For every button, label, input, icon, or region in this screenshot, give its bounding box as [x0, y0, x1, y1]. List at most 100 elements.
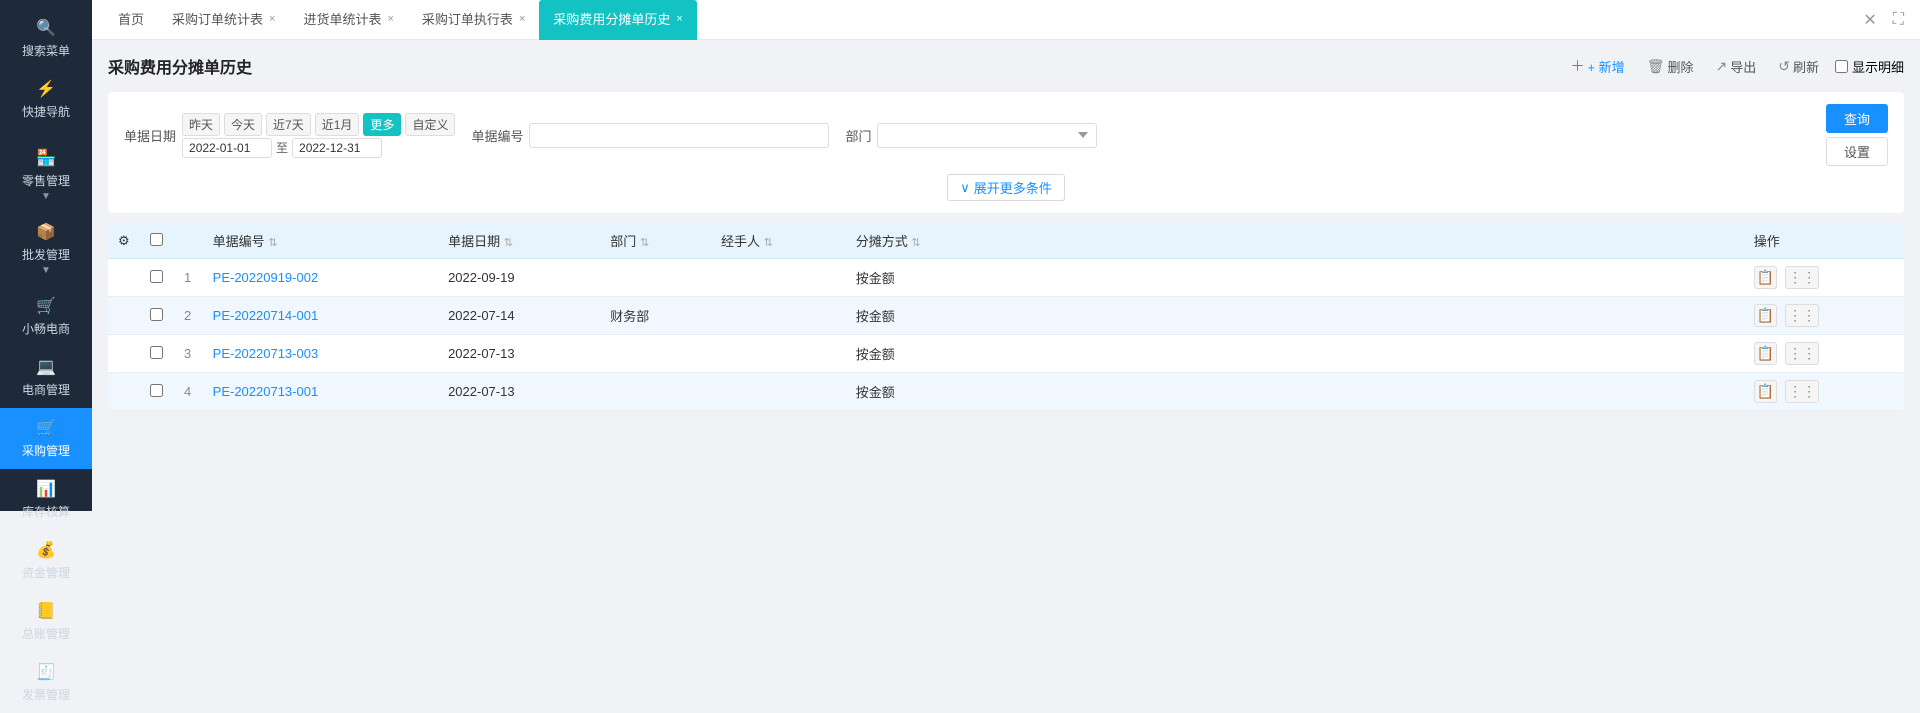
tab-actions: ✕ ⛶ — [1859, 8, 1908, 32]
col-dept: 部门 ⇅ — [600, 223, 711, 259]
sidebar-item-label: 零售管理 — [22, 172, 70, 189]
row-checkbox[interactable] — [150, 346, 163, 359]
row-action: 📋 ⋮⋮ — [1744, 373, 1904, 411]
row-checkbox[interactable] — [150, 308, 163, 321]
last1month-btn[interactable]: 近1月 — [315, 113, 360, 136]
search-button[interactable]: 查询 — [1826, 104, 1888, 133]
more-action-icon[interactable]: ⋮⋮ — [1785, 266, 1819, 289]
order-no-link[interactable]: PE-20220713-001 — [213, 384, 319, 399]
yesterday-btn[interactable]: 昨天 — [182, 113, 220, 136]
row-action: 📋 ⋮⋮ — [1744, 297, 1904, 335]
sidebar-item-ecom[interactable]: 💻 电商管理 — [0, 347, 92, 408]
wholesale-icon: 📦 — [36, 222, 56, 242]
order-no-link[interactable]: PE-20220714-001 — [213, 308, 319, 323]
more-action-icon[interactable]: ⋮⋮ — [1785, 380, 1819, 403]
edit-icon[interactable]: 📋 — [1754, 342, 1777, 365]
sort-icon[interactable]: ⇅ — [640, 237, 649, 249]
tab-home[interactable]: 首页 — [104, 0, 158, 40]
tab-purchase-order-stats[interactable]: 采购订单统计表 × — [158, 0, 289, 40]
sidebar-item-wholesale[interactable]: 📦 批发管理 ▼ — [0, 212, 92, 286]
refresh-button[interactable]: ↺ 刷新 — [1772, 53, 1825, 80]
table-row: 4 PE-20220713-001 2022-07-13 按金额 📋 ⋮⋮ — [108, 373, 1904, 411]
edit-icon[interactable]: 📋 — [1754, 380, 1777, 403]
order-no-label: 单据编号 — [471, 126, 523, 145]
more-action-icon[interactable]: ⋮⋮ — [1785, 342, 1819, 365]
date-quick-btns: 昨天 今天 近7天 近1月 更多 自定义 至 — [182, 113, 455, 158]
more-btn[interactable]: 更多 — [363, 113, 401, 136]
row-date: 2022-07-13 — [438, 373, 600, 411]
sort-icon[interactable]: ⇅ — [268, 237, 277, 249]
sort-icon[interactable]: ⇅ — [504, 237, 513, 249]
show-detail-checkbox[interactable] — [1835, 60, 1848, 73]
order-no-input[interactable] — [529, 123, 829, 148]
sort-icon[interactable]: ⇅ — [911, 237, 920, 249]
toolbar: ＋ + 新增 🗑 删除 ↗ 导出 ↺ 刷新 显示明细 — [1564, 52, 1904, 80]
close-icon[interactable]: × — [676, 13, 682, 25]
close-all-icon[interactable]: ✕ — [1859, 8, 1880, 32]
settings-button[interactable]: 设置 — [1826, 137, 1888, 166]
today-btn[interactable]: 今天 — [224, 113, 262, 136]
order-no-link[interactable]: PE-20220713-003 — [213, 346, 319, 361]
col-handler: 经手人 ⇅ — [711, 223, 846, 259]
col-checkbox — [140, 223, 173, 259]
row-split-method: 按金额 — [846, 373, 1744, 411]
date-from-input[interactable] — [182, 138, 272, 158]
row-checkbox[interactable] — [150, 270, 163, 283]
select-all-checkbox[interactable] — [150, 233, 163, 246]
show-detail-checkbox-label[interactable]: 显示明细 — [1835, 57, 1904, 76]
sidebar-item-invoice[interactable]: 🧾 发票管理 — [0, 652, 92, 713]
last7days-btn[interactable]: 近7天 — [266, 113, 311, 136]
tab-label: 采购订单执行表 — [422, 9, 513, 28]
sidebar-item-quick-nav[interactable]: ⚡ 快捷导航 — [0, 69, 92, 130]
retail-icon: 🏪 — [36, 148, 56, 168]
date-range-inputs: 至 — [182, 138, 455, 158]
content-area: 采购费用分摊单历史 ＋ + 新增 🗑 删除 ↗ 导出 ↺ 刷新 — [92, 40, 1920, 511]
col-split-method: 分摊方式 ⇅ — [846, 223, 1744, 259]
sidebar-item-inventory[interactable]: 📊 库存核算 — [0, 469, 92, 530]
tab-purchase-fee-history[interactable]: 采购费用分摊单历史 × — [539, 0, 696, 40]
add-button[interactable]: ＋ + 新增 — [1564, 52, 1630, 80]
row-split-method: 按金额 — [846, 297, 1744, 335]
ledger-icon: 📒 — [36, 601, 56, 621]
tab-label: 采购订单统计表 — [172, 9, 263, 28]
sidebar-item-purchase[interactable]: 🛒 采购管理 — [0, 408, 92, 469]
row-checkbox[interactable] — [150, 384, 163, 397]
export-button[interactable]: ↗ 导出 — [1709, 53, 1762, 80]
edit-icon[interactable]: 📋 — [1754, 266, 1777, 289]
quick-nav-icon: ⚡ — [36, 79, 56, 99]
date-filter-label: 单据日期 — [124, 126, 176, 145]
sidebar-item-finance[interactable]: 💰 资金管理 — [0, 530, 92, 591]
tab-purchase-order-exec[interactable]: 采购订单执行表 × — [408, 0, 539, 40]
order-no-link[interactable]: PE-20220919-002 — [213, 270, 319, 285]
filter-row: 单据日期 昨天 今天 近7天 近1月 更多 自定义 至 — [124, 104, 1888, 166]
row-action: 📋 ⋮⋮ — [1744, 335, 1904, 373]
main-area: 首页 采购订单统计表 × 进货单统计表 × 采购订单执行表 × 采购费用分摊单历… — [92, 0, 1920, 511]
custom-btn[interactable]: 自定义 — [405, 113, 455, 136]
close-icon[interactable]: × — [519, 13, 525, 25]
sort-icon[interactable]: ⇅ — [764, 237, 773, 249]
sidebar-item-ecom-small[interactable]: 🛒 小畅电商 — [0, 286, 92, 347]
sidebar-item-search[interactable]: 🔍 搜索菜单 — [0, 8, 92, 69]
expand-more-button[interactable]: ∨ 展开更多条件 — [947, 174, 1065, 201]
purchase-icon: 🛒 — [36, 418, 56, 438]
delete-button[interactable]: 🗑 删除 — [1641, 53, 1700, 80]
row-number: 3 — [173, 335, 203, 373]
col-row-no — [173, 223, 203, 259]
sidebar-item-retail[interactable]: 🏪 零售管理 ▼ — [0, 138, 92, 212]
more-action-icon[interactable]: ⋮⋮ — [1785, 304, 1819, 327]
col-action: 操作 — [1744, 223, 1904, 259]
close-icon[interactable]: × — [269, 13, 275, 25]
maximize-icon[interactable]: ⛶ — [1889, 9, 1908, 31]
sidebar-item-ledger[interactable]: 📒 总账管理 — [0, 591, 92, 652]
close-icon[interactable]: × — [387, 13, 393, 25]
row-handler — [711, 335, 846, 373]
row-date: 2022-09-19 — [438, 259, 600, 297]
col-settings[interactable]: ⚙ — [108, 223, 140, 259]
tab-inbound-stats[interactable]: 进货单统计表 × — [289, 0, 407, 40]
date-to-input[interactable] — [292, 138, 382, 158]
data-table-container: ⚙ 单据编号 ⇅ 单据日期 ⇅ — [108, 223, 1904, 411]
row-checkbox-cell — [140, 297, 173, 335]
sidebar-item-label: 快捷导航 — [22, 103, 70, 120]
dept-select[interactable]: 财务部 — [877, 123, 1097, 148]
edit-icon[interactable]: 📋 — [1754, 304, 1777, 327]
